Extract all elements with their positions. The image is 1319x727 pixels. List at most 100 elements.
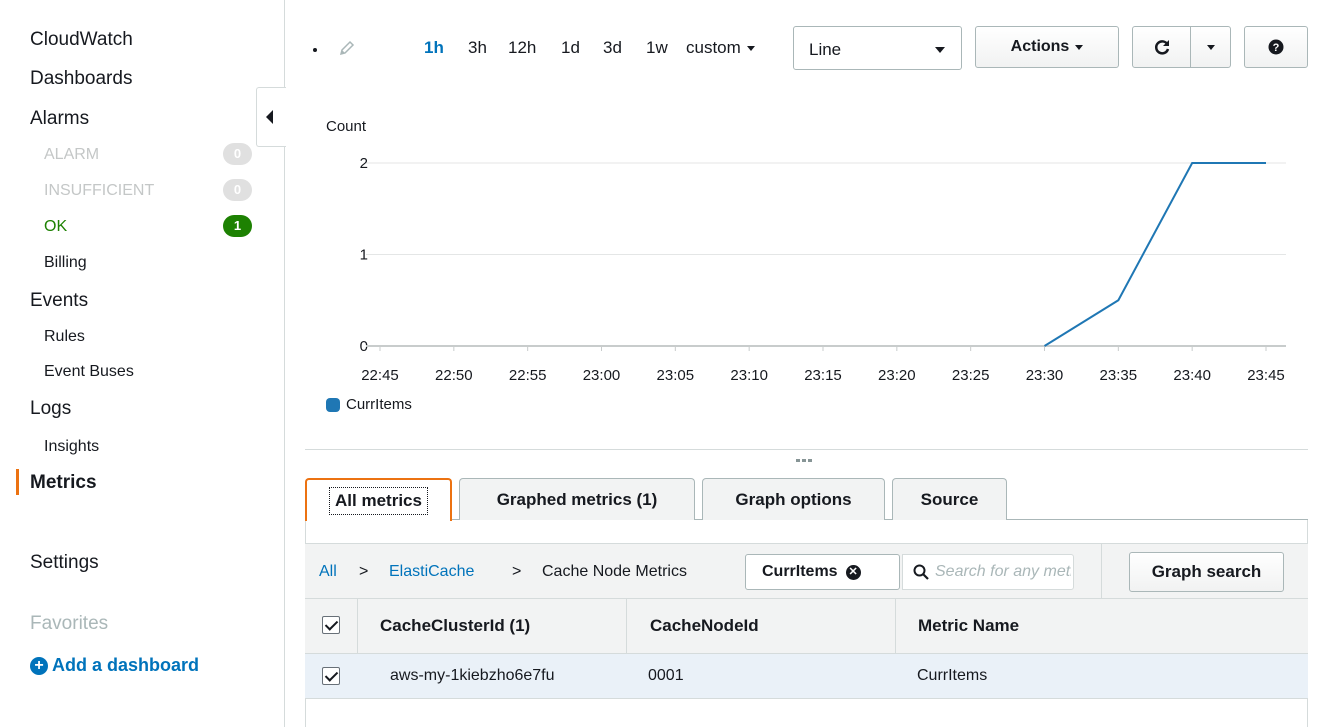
x-tick-label: 23:25 (952, 367, 990, 384)
help-button[interactable]: ? (1244, 26, 1308, 68)
chart-legend[interactable]: CurrItems (326, 396, 412, 413)
collapse-sidebar-button[interactable] (256, 87, 286, 147)
alarm-count-badge: 0 (223, 143, 252, 165)
plus-circle-icon: + (30, 656, 48, 675)
range-1d[interactable]: 1d (561, 38, 580, 58)
tab-all-metrics[interactable]: All metrics (305, 478, 452, 521)
breadcrumb-all[interactable]: All (319, 563, 337, 581)
x-tick-label: 23:45 (1247, 367, 1285, 384)
x-tick-label: 23:20 (878, 367, 916, 384)
caret-left-icon (266, 110, 273, 124)
range-3d[interactable]: 3d (603, 38, 622, 58)
x-tick-label: 23:30 (1026, 367, 1064, 384)
add-dashboard-link[interactable]: + Add a dashboard (30, 655, 199, 676)
refresh-icon (1154, 40, 1169, 55)
range-1h[interactable]: 1h (424, 38, 444, 58)
sidebar: CloudWatch Dashboards Alarms ALARM 0 INS… (0, 0, 286, 727)
active-nav-indicator (16, 469, 19, 495)
y-axis-label: Count (326, 118, 367, 135)
row-checkbox[interactable] (322, 667, 340, 685)
table-row[interactable]: aws-my-1kiebzho6e7fu 0001 CurrItems (305, 654, 1308, 699)
range-12h[interactable]: 12h (508, 38, 536, 58)
search-input[interactable] (935, 555, 1071, 589)
nav-dashboards[interactable]: Dashboards (30, 68, 132, 90)
pencil-icon[interactable] (339, 40, 355, 56)
nav-cloudwatch[interactable]: CloudWatch (30, 29, 133, 51)
cell-cacheclusterid: aws-my-1kiebzho6e7fu (390, 667, 555, 684)
legend-label: CurrItems (346, 396, 412, 413)
insufficient-count-badge: 0 (223, 179, 252, 201)
nav-rules[interactable]: Rules (44, 328, 85, 346)
breadcrumb-separator: > (512, 563, 522, 580)
refresh-interval-dropdown[interactable] (1190, 26, 1231, 68)
graph-search-button[interactable]: Graph search (1129, 552, 1284, 592)
select-all-checkbox[interactable] (322, 616, 340, 634)
range-3h[interactable]: 3h (468, 38, 487, 58)
x-tick-label: 23:15 (804, 367, 842, 384)
search-token: CurrItems ✕ (745, 554, 900, 590)
graph-title[interactable] (313, 48, 317, 52)
add-dashboard-label: Add a dashboard (52, 655, 200, 675)
chevron-down-icon (935, 47, 945, 53)
metrics-breadcrumb-bar: All > ElastiCache > Cache Node Metrics C… (305, 543, 1308, 599)
remove-token-icon[interactable]: ✕ (845, 564, 861, 580)
refresh-button[interactable] (1132, 26, 1191, 68)
panel-divider (305, 449, 1308, 450)
x-tick-label: 23:40 (1173, 367, 1211, 384)
nav-alarm-state-ok[interactable]: OK (44, 218, 67, 236)
nav-settings[interactable]: Settings (30, 552, 99, 574)
favorites-heading: Favorites (30, 613, 109, 634)
graph-type-select[interactable]: Line (793, 26, 962, 70)
tab-all-metrics-label: All metrics (329, 486, 428, 515)
column-divider (357, 599, 358, 654)
nav-alarms[interactable]: Alarms (30, 108, 89, 130)
search-icon (913, 564, 929, 580)
tab-graph-options[interactable]: Graph options (702, 478, 885, 520)
nav-billing[interactable]: Billing (44, 254, 87, 272)
nav-event-buses[interactable]: Event Buses (44, 363, 134, 381)
range-1w[interactable]: 1w (646, 38, 668, 58)
tab-graphed-metrics[interactable]: Graphed metrics (1) (459, 478, 695, 520)
range-custom-label: custom (686, 38, 741, 57)
x-tick-label: 23:10 (730, 367, 768, 384)
ok-count-badge: 1 (223, 215, 252, 237)
y-tick-label: 2 (360, 155, 368, 172)
cell-metric-name: CurrItems (917, 667, 988, 684)
x-tick-label: 23:35 (1100, 367, 1138, 384)
actions-label: Actions (1010, 38, 1070, 55)
column-header-metric-name[interactable]: Metric Name (918, 616, 1019, 636)
caret-down-icon (1075, 44, 1084, 50)
toolbar-separator (1101, 544, 1102, 599)
graph-toolbar: 1h 3h 12h 1d 3d 1w custom Line Actions ? (286, 0, 1319, 90)
y-tick-label: 1 (360, 247, 368, 264)
caret-down-icon (746, 46, 755, 52)
nav-alarm-state-alarm[interactable]: ALARM (44, 146, 99, 164)
metric-chart: Count 0 1 2 22:45 22:50 22:55 23:00 23:05 23:10 23… (286, 100, 1319, 430)
nav-metrics[interactable]: Metrics (30, 472, 97, 494)
metric-search-box (902, 554, 1074, 590)
range-custom[interactable]: custom (686, 38, 755, 58)
x-tick-label: 22:55 (509, 367, 547, 384)
nav-logs[interactable]: Logs (30, 398, 71, 420)
column-divider (626, 599, 627, 654)
svg-text:?: ? (1273, 42, 1280, 54)
column-divider (895, 599, 896, 654)
x-tick-label: 22:45 (361, 367, 399, 384)
nav-insights[interactable]: Insights (44, 438, 99, 456)
nav-events[interactable]: Events (30, 290, 88, 312)
cell-cachenodeid: 0001 (648, 667, 684, 684)
nav-alarm-state-insufficient[interactable]: INSUFFICIENT (44, 182, 154, 200)
caret-down-icon (1206, 44, 1215, 50)
column-header-cacheclusterid[interactable]: CacheClusterId (1) (380, 616, 530, 636)
search-token-label: CurrItems (762, 563, 838, 580)
x-tick-label: 23:05 (657, 367, 695, 384)
breadcrumb-namespace[interactable]: ElastiCache (389, 563, 474, 581)
metrics-table-header: CacheClusterId (1) CacheNodeId Metric Na… (305, 599, 1308, 654)
actions-button[interactable]: Actions (975, 26, 1119, 68)
column-header-cachenodeid[interactable]: CacheNodeId (650, 616, 759, 636)
resize-handle[interactable] (796, 459, 812, 462)
help-icon: ? (1268, 39, 1284, 55)
tab-source[interactable]: Source (892, 478, 1007, 520)
x-tick-label: 22:50 (435, 367, 473, 384)
breadcrumb-separator: > (359, 563, 369, 580)
